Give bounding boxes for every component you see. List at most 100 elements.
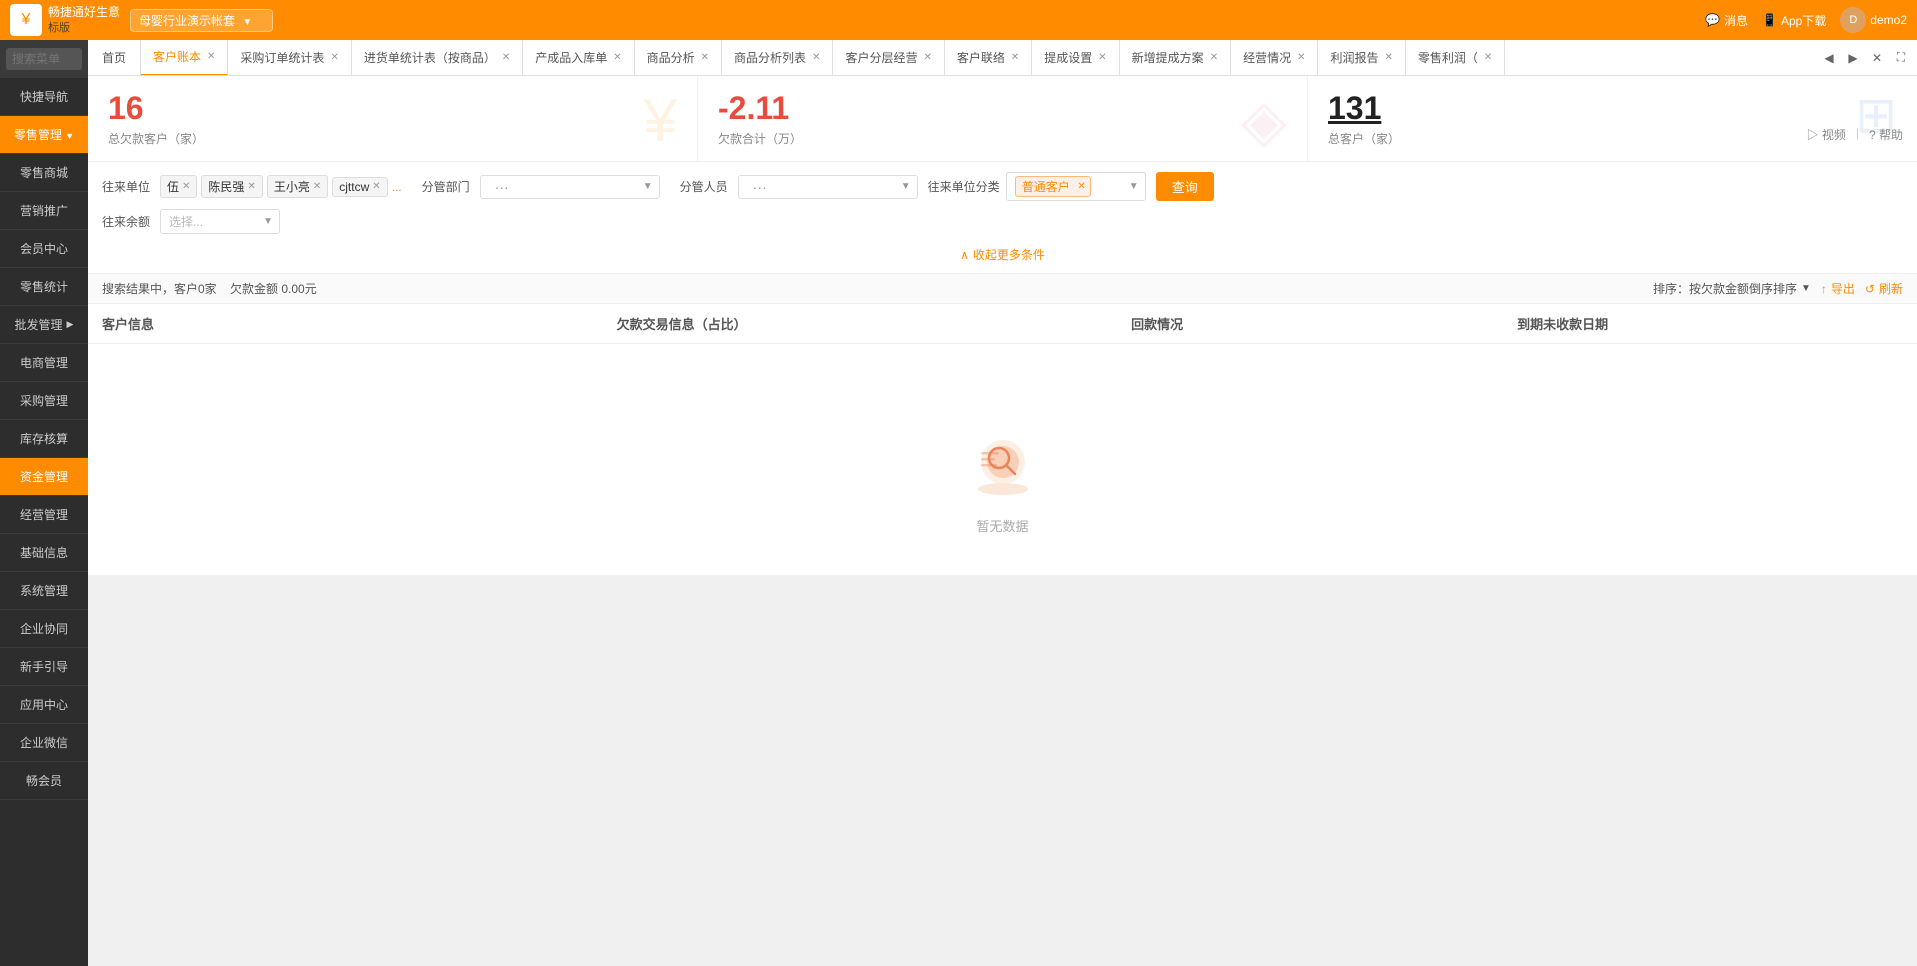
collapse-button[interactable]: ∧ 收起更多条件: [960, 242, 1045, 269]
tab-close-operations[interactable]: ✕: [1297, 52, 1305, 63]
tab-customer-debt[interactable]: 客户账本 ✕: [141, 40, 228, 76]
tab-close-customer-contact[interactable]: ✕: [1011, 52, 1019, 63]
sidebar-item-basic-info[interactable]: 基础信息: [0, 534, 88, 572]
tab-inbound-stats[interactable]: 进货单统计表（按商品） ✕: [352, 40, 523, 76]
tab-close-customer-debt[interactable]: ✕: [207, 51, 215, 62]
unit-tags: 伍 ✕ 陈民强 ✕ 王小亮 ✕: [160, 175, 402, 198]
tab-profit-report[interactable]: 利润报告 ✕: [1318, 40, 1405, 76]
sidebar-item-quick-nav[interactable]: 快捷导航: [0, 78, 88, 116]
empty-icon: [963, 424, 1043, 504]
table-container: 客户信息 欠款交易信息（占比） 回款情况 到期未收款日期: [88, 304, 1917, 575]
tab-next-button[interactable]: ▶: [1843, 48, 1863, 68]
tab-close-product-analysis-list[interactable]: ✕: [812, 52, 820, 63]
unit-class-group: 往来单位分类 普通客户 ✕ ▼: [928, 172, 1146, 201]
tab-close-customer-segment[interactable]: ✕: [923, 52, 931, 63]
unit-label: 往来单位: [102, 178, 150, 195]
sidebar-item-finance[interactable]: 资金管理: [0, 458, 88, 496]
chevron-down-icon: ▼: [65, 131, 74, 141]
tab-product-analysis-list[interactable]: 商品分析列表 ✕: [722, 40, 833, 76]
dept-arrow-icon: ▼: [643, 181, 653, 192]
filter-row-2: 往来余额 选择... ▼: [102, 209, 1903, 234]
sidebar-item-retail-stats[interactable]: 零售统计: [0, 268, 88, 306]
unit-tag-cjttcw-close[interactable]: ✕: [372, 181, 380, 192]
person-select[interactable]: ··· ▼: [738, 175, 918, 199]
tab-new-promotion[interactable]: 新增提成方案 ✕: [1120, 40, 1231, 76]
tab-customer-contact[interactable]: 客户联络 ✕: [945, 40, 1032, 76]
dept-select[interactable]: ··· ▼: [480, 175, 660, 199]
unit-tag-wu: 伍 ✕: [160, 175, 197, 198]
tab-retail-profit[interactable]: 零售利润（ ✕: [1406, 40, 1505, 76]
person-label: 分管人员: [680, 178, 728, 195]
total-customers-value: 131: [1328, 92, 1381, 124]
export-button[interactable]: ↑ 导出: [1821, 280, 1855, 297]
sidebar-item-sys-mgmt[interactable]: 系统管理: [0, 572, 88, 610]
col-repayment: 回款情况: [1131, 314, 1517, 333]
tab-close-product-analysis[interactable]: ✕: [701, 52, 709, 63]
query-button[interactable]: 查询: [1156, 172, 1214, 201]
sidebar-item-enterprise-wx[interactable]: 企业微信: [0, 724, 88, 762]
tab-product-inbound[interactable]: 产成品入库单 ✕: [523, 40, 634, 76]
sidebar-item-inventory[interactable]: 库存核算: [0, 420, 88, 458]
debt-customers-label: 总欠款客户（家）: [108, 130, 204, 147]
sidebar-item-marketing[interactable]: 营销推广: [0, 192, 88, 230]
help-links: ▷ 视频 | ? 帮助: [1806, 126, 1903, 143]
message-button[interactable]: 💬 消息: [1705, 12, 1748, 29]
tab-bar: 首页 客户账本 ✕ 采购订单统计表 ✕ 进货单统计表（按商品） ✕ 产成品入库单…: [88, 40, 1917, 76]
tab-close-inbound[interactable]: ✕: [502, 52, 510, 63]
sidebar-item-ecommerce[interactable]: 电商管理: [0, 344, 88, 382]
dept-dots[interactable]: ···: [495, 179, 509, 195]
tab-promotion-settings[interactable]: 提成设置 ✕: [1032, 40, 1119, 76]
tab-close-profit[interactable]: ✕: [1385, 52, 1393, 63]
tab-close-new-promotion[interactable]: ✕: [1210, 52, 1218, 63]
tab-close-product-inbound[interactable]: ✕: [613, 52, 621, 63]
unit-more-button[interactable]: ...: [392, 180, 402, 194]
user-menu[interactable]: D demo2: [1840, 7, 1907, 33]
refresh-button[interactable]: ↺ 刷新: [1865, 280, 1903, 297]
top-bar-right: 💬 消息 📱 App下载 D demo2: [1705, 7, 1907, 33]
tab-home[interactable]: 首页: [88, 40, 141, 76]
sidebar-item-new-guide[interactable]: 新手引导: [0, 648, 88, 686]
person-dots[interactable]: ···: [753, 179, 767, 195]
logo-icon: ¥: [10, 4, 42, 36]
tab-close-retail-profit[interactable]: ✕: [1484, 52, 1492, 63]
app-download-button[interactable]: 📱 App下载: [1762, 12, 1826, 29]
sort-select[interactable]: 排序：按欠款金额倒序排序 ▼: [1653, 280, 1811, 297]
tab-close-promotion-settings[interactable]: ✕: [1098, 52, 1106, 63]
search-input[interactable]: [6, 48, 82, 70]
sidebar-item-vip-member[interactable]: 畅会员: [0, 762, 88, 800]
tab-controls: ◀ ▶ ✕ ⛶: [1813, 48, 1917, 68]
account-selector[interactable]: 母婴行业演示帐套 ▼: [130, 9, 273, 32]
video-link[interactable]: ▷ 视频: [1806, 126, 1845, 143]
tab-operations-report[interactable]: 经营情况 ✕: [1231, 40, 1318, 76]
sidebar-item-operations[interactable]: 经营管理: [0, 496, 88, 534]
remainder-select[interactable]: 选择... ▼: [160, 209, 280, 234]
tab-customer-segment[interactable]: 客户分层经营 ✕: [833, 40, 944, 76]
unit-tag-wang-close[interactable]: ✕: [313, 181, 321, 192]
sidebar-item-retail-mgmt[interactable]: 零售管理 ▼: [0, 116, 88, 154]
results-summary: 搜索结果中，客户0家 欠款金额 0.00元: [102, 280, 317, 297]
help-icon: ?: [1869, 128, 1876, 142]
tab-product-analysis[interactable]: 商品分析 ✕: [635, 40, 722, 76]
remainder-arrow-icon: ▼: [263, 216, 273, 227]
unit-tag-chen-close[interactable]: ✕: [247, 181, 255, 192]
tab-fullscreen-button[interactable]: ⛶: [1891, 48, 1911, 68]
stat-card-total-customers: ⊞ 131 总客户（家）: [1308, 76, 1917, 161]
sidebar-item-purchase[interactable]: 采购管理: [0, 382, 88, 420]
help-link[interactable]: ? 帮助: [1869, 126, 1903, 143]
tab-close-purchase-order[interactable]: ✕: [330, 52, 338, 63]
sidebar-item-app-center[interactable]: 应用中心: [0, 686, 88, 724]
unit-class-tag-close[interactable]: ✕: [1077, 181, 1085, 192]
unit-class-select[interactable]: 普通客户 ✕ ▼: [1006, 172, 1146, 201]
sidebar-item-retail-mall[interactable]: 零售商城: [0, 154, 88, 192]
unit-tag-wu-close[interactable]: ✕: [182, 181, 190, 192]
refresh-icon: ↺: [1865, 282, 1875, 296]
sidebar-item-batch-mgmt[interactable]: 批发管理 ▶: [0, 306, 88, 344]
sidebar-item-member-center[interactable]: 会员中心: [0, 230, 88, 268]
collapse-row: ∧ 收起更多条件: [102, 242, 1903, 269]
sidebar-item-enterprise-collab[interactable]: 企业协同: [0, 610, 88, 648]
tab-close-all-button[interactable]: ✕: [1867, 48, 1887, 68]
tab-prev-button[interactable]: ◀: [1819, 48, 1839, 68]
tab-purchase-order-stats[interactable]: 采购订单统计表 ✕: [228, 40, 351, 76]
filter-row-1: 往来单位 伍 ✕ 陈民强 ✕: [102, 172, 1903, 201]
debt-customers-value: 16: [108, 92, 144, 124]
